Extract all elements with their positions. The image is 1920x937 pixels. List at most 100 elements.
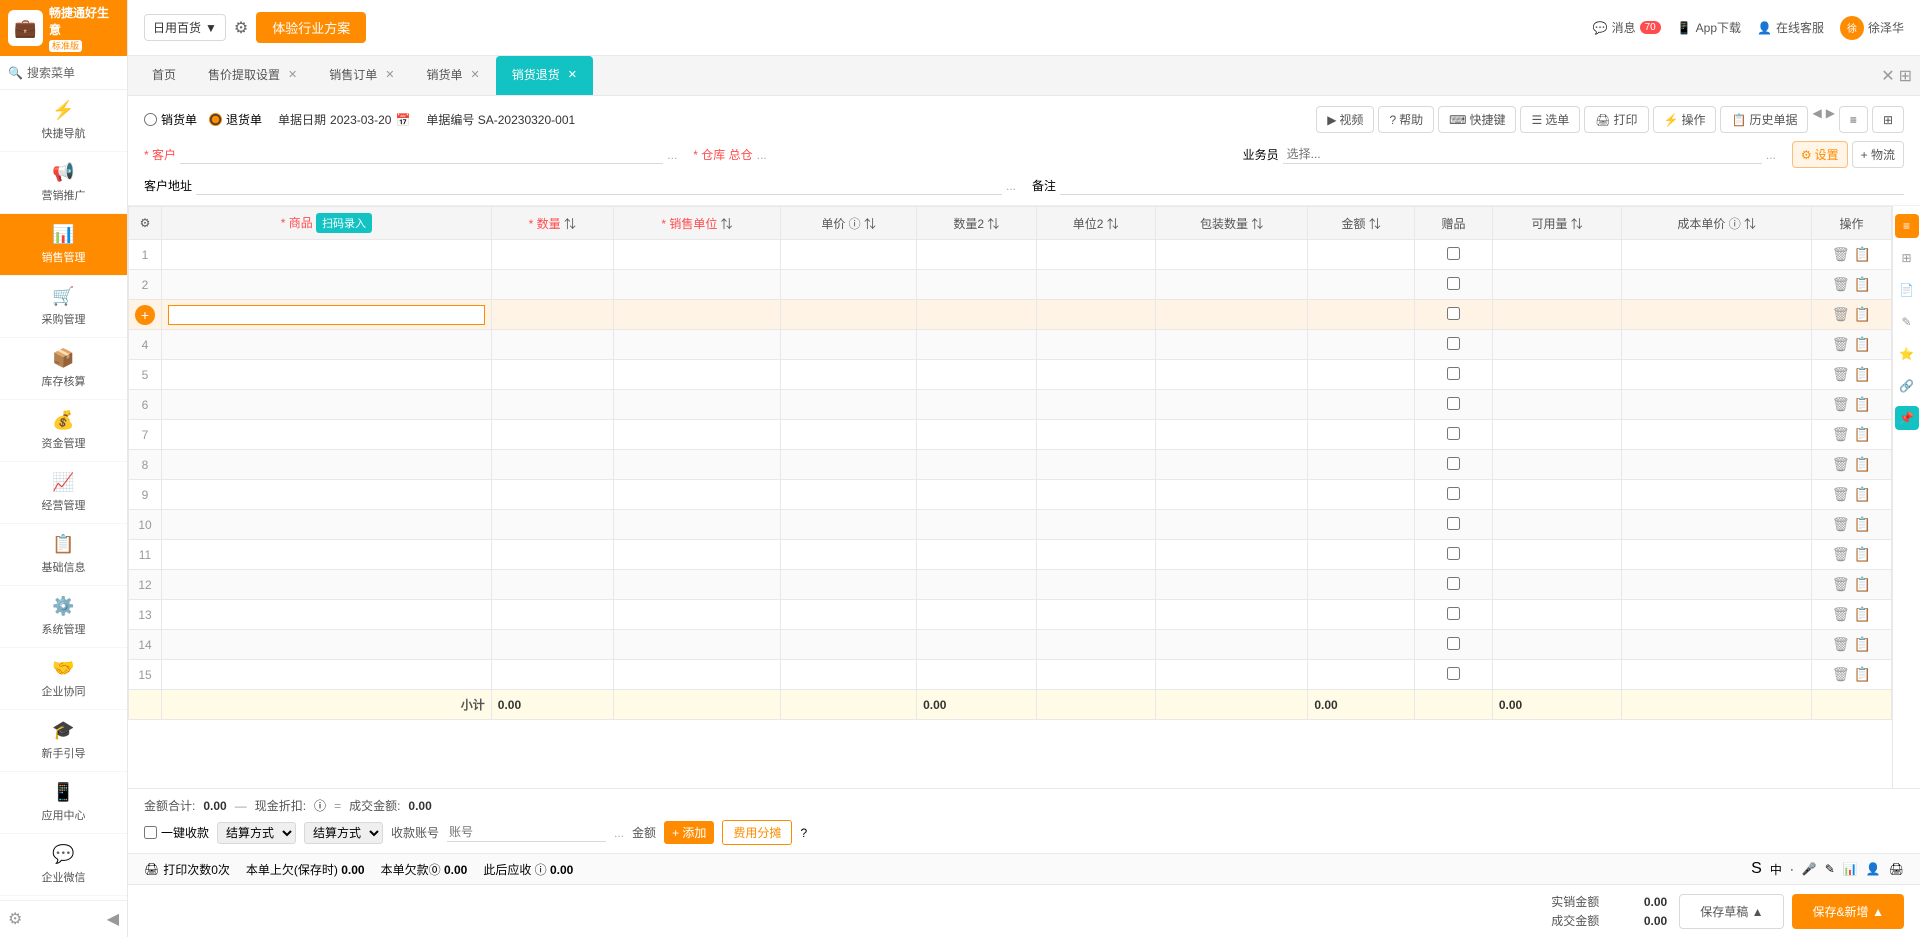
amount-cell[interactable] [1308,240,1415,270]
quantity2-cell[interactable] [917,570,1036,600]
pack-qty-cell[interactable] [1156,660,1308,690]
cost-price-cell[interactable] [1622,300,1812,330]
col-settings[interactable]: ⚙ [129,207,162,240]
panel-link-icon[interactable]: 🔗 [1895,374,1919,398]
quantity2-cell[interactable] [917,390,1036,420]
quantity-cell[interactable] [491,510,613,540]
tab-home[interactable]: 首页 [136,56,192,95]
gift-cell[interactable] [1415,600,1493,630]
unit-price-cell[interactable] [781,660,917,690]
sale-unit-cell[interactable] [613,600,780,630]
available-cell[interactable] [1492,420,1622,450]
scan-btn[interactable]: 扫码录入 [316,213,372,233]
calendar-icon[interactable]: 📅 [395,113,410,127]
quantity-cell[interactable] [491,360,613,390]
gift-cell[interactable] [1415,630,1493,660]
amount-cell[interactable] [1308,540,1415,570]
online-service-btn[interactable]: 👤 在线客服 [1757,19,1824,36]
delete-row-btn[interactable]: 🗑 [1832,396,1850,413]
cost-price-cell[interactable] [1622,420,1812,450]
gift-cell[interactable] [1415,360,1493,390]
salesperson-ellipsis[interactable]: ... [1766,148,1776,162]
pack-qty-cell[interactable] [1156,540,1308,570]
panel-star-icon[interactable]: ⭐ [1895,342,1919,366]
pack-qty-cell[interactable] [1156,360,1308,390]
operation-btn[interactable]: ⚡ 操作 [1653,106,1717,133]
sidebar-item-apps[interactable]: 📱 应用中心 [0,772,127,834]
delete-row-btn[interactable]: 🗑 [1832,516,1850,533]
unit-price-cell[interactable] [781,540,917,570]
unit-price-cell[interactable] [781,330,917,360]
delete-row-btn[interactable]: 🗑 [1832,336,1850,353]
delete-row-btn[interactable]: 🗑 [1832,426,1850,443]
available-cell[interactable] [1492,570,1622,600]
radio-return-bill[interactable]: 退货单 [209,111,262,128]
sidebar-item-system[interactable]: ⚙️ 系统管理 [0,586,127,648]
list-view-btn[interactable]: ≡ [1839,106,1868,133]
unit2-cell[interactable] [1036,660,1155,690]
pack-qty-cell[interactable] [1156,300,1308,330]
amount-cell[interactable] [1308,330,1415,360]
sale-unit-cell[interactable] [613,540,780,570]
available-cell[interactable] [1492,270,1622,300]
quantity2-cell[interactable] [917,240,1036,270]
available-cell[interactable] [1492,360,1622,390]
sale-unit-cell[interactable] [613,630,780,660]
product-cell[interactable] [162,300,492,330]
delete-row-btn[interactable]: 🗑 [1832,606,1850,623]
cost-price-cell[interactable] [1622,390,1812,420]
quantity-cell[interactable] [491,600,613,630]
tab-sale-return[interactable]: 销货退货 ✕ [496,56,593,95]
delete-row-btn[interactable]: 🗑 [1832,276,1850,293]
tab-close-sale-bill[interactable]: ✕ [471,68,480,81]
amount-cell[interactable] [1308,450,1415,480]
cost-price-cell[interactable] [1622,450,1812,480]
topbar-settings-icon[interactable]: ⚙ [234,18,248,38]
select-btn[interactable]: ☰ 选单 [1520,106,1580,133]
unit-price-cell[interactable] [781,600,917,630]
card-view-btn[interactable]: ⊞ [1872,106,1904,133]
product-cell[interactable] [162,420,492,450]
copy-row-btn[interactable]: 📋 [1854,666,1871,683]
cost-price-cell[interactable] [1622,600,1812,630]
panel-list-icon[interactable]: ≡ [1895,214,1919,238]
tab-sale-settings[interactable]: 售价提取设置 ✕ [192,56,313,95]
quantity-cell[interactable] [491,300,613,330]
unit-price-cell[interactable] [781,360,917,390]
product-cell[interactable] [162,330,492,360]
copy-row-btn[interactable]: 📋 [1854,546,1871,563]
address-ellipsis[interactable]: ... [1006,179,1016,193]
quantity-cell[interactable] [491,330,613,360]
warehouse-ellipsis[interactable]: ... [757,148,767,162]
quantity2-cell[interactable] [917,540,1036,570]
delete-row-btn[interactable]: 🗑 [1832,666,1850,683]
tab-close-sale-settings[interactable]: ✕ [288,68,297,81]
available-cell[interactable] [1492,510,1622,540]
unit-price-cell[interactable] [781,420,917,450]
tab-sale-order[interactable]: 销售订单 ✕ [313,56,410,95]
gift-cell[interactable] [1415,570,1493,600]
save-draft-btn[interactable]: 保存草稿 ▲ [1679,894,1784,929]
tab-more[interactable]: ⊞ [1899,66,1912,86]
product-cell[interactable] [162,450,492,480]
copy-row-btn[interactable]: 📋 [1854,486,1871,503]
quantity-cell[interactable] [491,480,613,510]
tab-sale-bill[interactable]: 销货单 ✕ [410,56,495,95]
amount-cell[interactable] [1308,570,1415,600]
copy-row-btn[interactable]: 📋 [1854,576,1871,593]
available-cell[interactable] [1492,240,1622,270]
product-cell[interactable] [162,360,492,390]
sale-unit-cell[interactable] [613,240,780,270]
account-ellipsis[interactable]: ... [614,826,624,840]
customer-ellipsis[interactable]: ... [667,148,677,162]
delete-row-btn[interactable]: 🗑 [1832,576,1850,593]
amount-cell[interactable] [1308,360,1415,390]
unit-price-cell[interactable] [781,270,917,300]
pack-qty-cell[interactable] [1156,270,1308,300]
available-cell[interactable] [1492,540,1622,570]
cost-price-cell[interactable] [1622,480,1812,510]
gift-cell[interactable] [1415,540,1493,570]
panel-pin-icon[interactable]: 📌 [1895,406,1919,430]
gift-cell[interactable] [1415,420,1493,450]
amount-cell[interactable] [1308,600,1415,630]
